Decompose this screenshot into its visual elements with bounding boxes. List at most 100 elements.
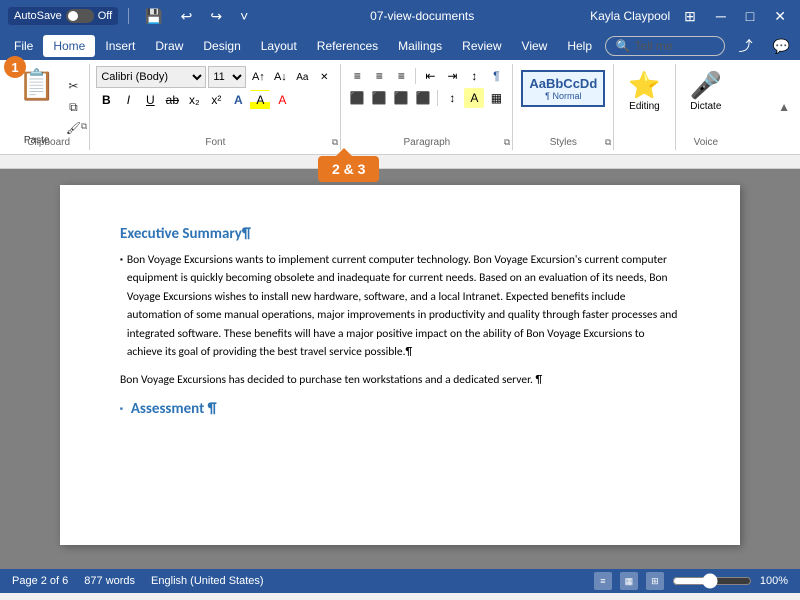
show-hide-button[interactable]: ¶ [486, 66, 506, 86]
para-sep1 [415, 68, 416, 84]
quick-access-more-button[interactable]: ˅ [234, 6, 254, 26]
font-launcher[interactable]: ⧉ [332, 137, 338, 148]
share-button[interactable]: ⤴ [733, 34, 759, 58]
autosave-toggle[interactable] [66, 9, 94, 23]
para-2-text: Bon Voyage Excursions has decided to pur… [120, 371, 680, 389]
separator [128, 8, 129, 24]
menu-help[interactable]: Help [557, 35, 602, 57]
minimize-button[interactable]: ─ [710, 6, 732, 26]
decrease-indent-button[interactable]: ⇤ [420, 66, 440, 86]
web-view-button[interactable]: ⊞ [646, 572, 664, 590]
italic-button[interactable]: I [118, 90, 138, 110]
paragraph-launcher[interactable]: ⧉ [504, 137, 510, 148]
redo-button[interactable]: ↪ [204, 6, 228, 27]
align-left-button[interactable]: ⬛ [347, 88, 367, 108]
shading-button[interactable]: A [464, 88, 484, 108]
callout-container: 2 & 3 [318, 156, 379, 182]
menu-draw[interactable]: Draw [145, 35, 193, 57]
language: English (United States) [151, 575, 264, 587]
bullets-button[interactable]: ≡ [347, 66, 367, 86]
document-page: Executive Summary¶ ▪ Bon Voyage Excursio… [60, 185, 740, 545]
search-icon: 🔍 [616, 39, 631, 53]
increase-indent-button[interactable]: ⇥ [442, 66, 462, 86]
read-view-button[interactable]: ≡ [594, 572, 612, 590]
text-highlight-button[interactable]: A [250, 90, 270, 110]
underline-button[interactable]: U [140, 90, 160, 110]
user-name: Kayla Claypool [590, 9, 670, 23]
bold-button[interactable]: B [96, 90, 116, 110]
numbering-button[interactable]: ≡ [369, 66, 389, 86]
ribbon-scroll-right[interactable]: ▲ [778, 100, 790, 114]
title-bar-right: Kayla Claypool ⊞ ─ □ ✕ [590, 6, 792, 27]
paragraph-group: ≡ ≡ ≡ ⇤ ⇥ ↕ ¶ ⬛ ⬛ ⬛ ⬛ ↕ A ▦ Paragraph ⧉ [341, 64, 513, 150]
copy-button[interactable]: ⧉ [63, 98, 83, 116]
title-bar: AutoSave Off 💾 ↩ ↪ ˅ 07-view-documents K… [0, 0, 800, 32]
subscript-button[interactable]: x₂ [184, 90, 204, 110]
clipboard-sub: ✂ ⧉ 🖌 [61, 66, 85, 148]
heading-executive-summary: Executive Summary¶ [120, 225, 680, 243]
status-right: ≡ ▦ ⊞ 100% [594, 572, 788, 590]
close-button[interactable]: ✕ [768, 6, 792, 27]
tell-me-search[interactable]: 🔍 Tell me [605, 36, 725, 56]
tell-me-label: Tell me [635, 39, 673, 53]
menu-home[interactable]: Home [43, 35, 95, 57]
menu-insert[interactable]: Insert [95, 35, 145, 57]
callout-badge: 2 & 3 [318, 156, 379, 182]
clear-format-button[interactable]: ✕ [314, 67, 334, 87]
undo-button[interactable]: ↩ [175, 6, 199, 27]
change-case-button[interactable]: Aa [292, 67, 312, 87]
decrease-font-button[interactable]: A↓ [270, 67, 290, 87]
cut-button[interactable]: ✂ [63, 77, 83, 95]
save-button[interactable]: 💾 [139, 6, 168, 27]
font-size-select[interactable]: 11 [208, 66, 246, 88]
heading-assessment: ▪ Assessment ¶ [120, 400, 680, 418]
text-effects-button[interactable]: A [228, 90, 248, 110]
font-color-button[interactable]: A [272, 90, 292, 110]
dictate-button[interactable]: 🎤 Dictate [684, 68, 728, 114]
menu-layout[interactable]: Layout [251, 35, 307, 57]
menu-mailings[interactable]: Mailings [388, 35, 452, 57]
multilevel-list-button[interactable]: ≡ [391, 66, 411, 86]
increase-font-button[interactable]: A↑ [248, 67, 268, 87]
styles-button[interactable]: AaBbCcDd ¶ Normal [521, 70, 605, 107]
menu-review[interactable]: Review [452, 35, 511, 57]
zoom-slider[interactable] [672, 573, 752, 589]
heading2-text: Assessment ¶ [131, 400, 217, 418]
menu-references[interactable]: References [307, 35, 388, 57]
strikethrough-button[interactable]: ab [162, 90, 182, 110]
comments-button[interactable]: 💬 [767, 36, 796, 57]
callout-gap [0, 155, 800, 169]
styles-label: Styles [550, 137, 577, 148]
font-row2: B I U ab x₂ x² A A A [96, 90, 334, 110]
sort-button[interactable]: ↕ [464, 66, 484, 86]
line-spacing-button[interactable]: ↕ [442, 88, 462, 108]
restore-button[interactable]: □ [740, 6, 760, 26]
styles-launcher[interactable]: ⧉ [605, 137, 611, 148]
font-label: Font [205, 137, 225, 148]
autosave-state: Off [98, 10, 112, 22]
para-row2: ⬛ ⬛ ⬛ ⬛ ↕ A ▦ [347, 88, 506, 108]
borders-button[interactable]: ▦ [486, 88, 506, 108]
styles-preview: AaBbCcDd [529, 76, 597, 91]
ribbon: 1 📋 Paste ✂ ⧉ 🖌 ⧉ Clipboard Calibri (Bod… [0, 60, 800, 155]
autosave-control[interactable]: AutoSave Off [8, 7, 118, 25]
menu-bar: File Home Insert Draw Design Layout Refe… [0, 32, 800, 60]
font-name-select[interactable]: Calibri (Body) [96, 66, 206, 88]
editing-button[interactable]: ⭐ Editing [622, 68, 666, 114]
word-count: 877 words [84, 575, 135, 587]
ribbon-display-btn[interactable]: ⊞ [678, 6, 702, 27]
menu-design[interactable]: Design [193, 35, 250, 57]
align-right-button[interactable]: ⬛ [391, 88, 411, 108]
paste-button[interactable]: 📋 Paste [12, 66, 61, 148]
styles-sublabel: ¶ Normal [529, 91, 597, 101]
menu-file[interactable]: File [4, 35, 43, 57]
align-center-button[interactable]: ⬛ [369, 88, 389, 108]
superscript-button[interactable]: x² [206, 90, 226, 110]
clipboard-launcher[interactable]: ⧉ [81, 121, 87, 132]
justify-button[interactable]: ⬛ [413, 88, 433, 108]
print-view-button[interactable]: ▦ [620, 572, 638, 590]
menu-view[interactable]: View [512, 35, 558, 57]
heading1-text: Executive Summary¶ [120, 225, 251, 243]
clipboard-group: 1 📋 Paste ✂ ⧉ 🖌 ⧉ Clipboard [8, 64, 90, 150]
autosave-dot [68, 11, 78, 21]
